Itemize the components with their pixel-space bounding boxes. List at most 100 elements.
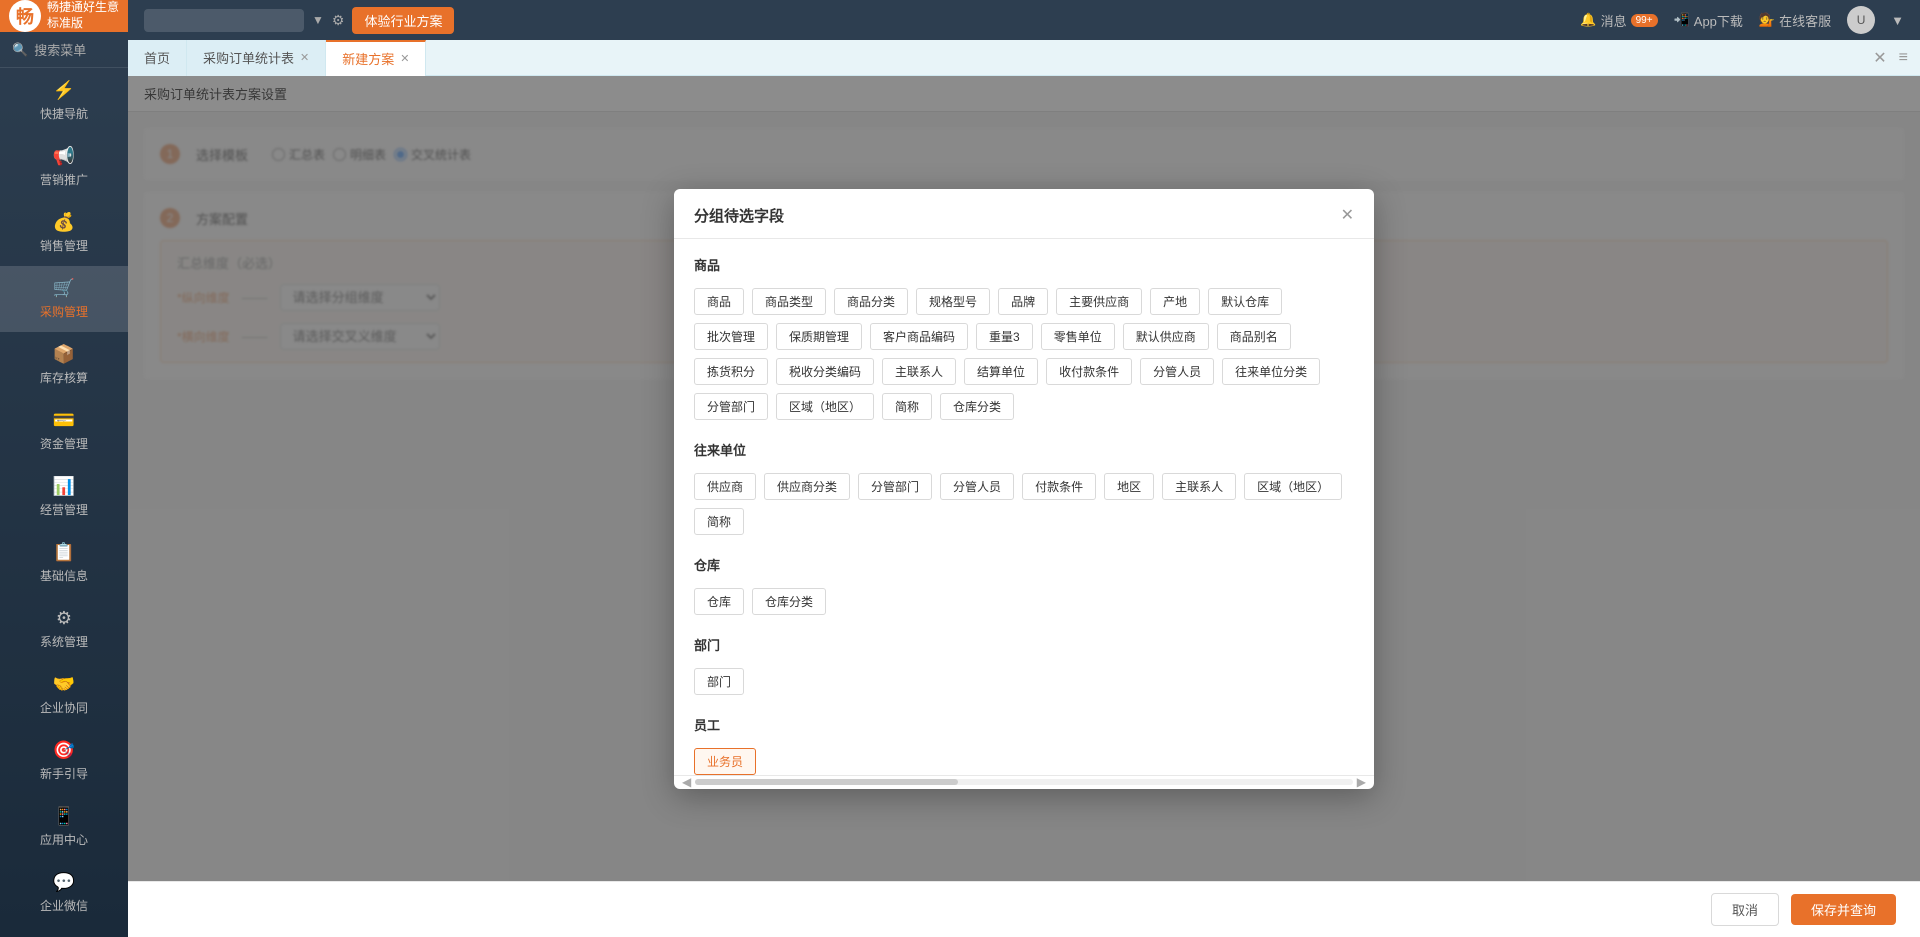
header-gear-icon[interactable]: ⚙ — [332, 12, 345, 29]
chip-goods-item-22[interactable]: 分管部门 — [694, 393, 768, 420]
chip-goods-item-19[interactable]: 收付款条件 — [1046, 358, 1132, 385]
chip-partner-1[interactable]: 供应商分类 — [764, 473, 850, 500]
chip-goods-item-4[interactable]: 品牌 — [998, 288, 1048, 315]
department-chips: 部门 — [694, 668, 1354, 695]
tab-new-scheme[interactable]: 新建方案 ✕ — [326, 40, 426, 76]
sidebar-item-sales[interactable]: 💰 销售管理 — [0, 200, 128, 266]
chip-goods-item-24[interactable]: 简称 — [882, 393, 932, 420]
chip-goods-item-1[interactable]: 商品类型 — [752, 288, 826, 315]
app-download-label: App下载 — [1694, 11, 1743, 30]
tab-new-scheme-close[interactable]: ✕ — [400, 52, 409, 65]
cancel-button[interactable]: 取消 — [1711, 893, 1779, 926]
sidebar-item-label: 经营管理 — [40, 501, 88, 518]
header-search-input[interactable] — [144, 9, 304, 32]
chip-partner-5[interactable]: 地区 — [1104, 473, 1154, 500]
chip-warehouse-1[interactable]: 仓库分类 — [752, 588, 826, 615]
sidebar-item-label: 库存核算 — [40, 369, 88, 386]
chip-partner-2[interactable]: 分管部门 — [858, 473, 932, 500]
sidebar-item-quick-nav[interactable]: ⚡ 快捷导航 — [0, 68, 128, 134]
scroll-right-arrow[interactable]: ▶ — [1353, 775, 1370, 789]
field-select-modal: 分组待选字段 ✕ 商品 商品 商品类型 商品分类 规格型号 品牌 主要供应商 产… — [674, 189, 1374, 789]
modal-close-button[interactable]: ✕ — [1341, 205, 1354, 225]
experience-button[interactable]: 体验行业方案 — [352, 7, 454, 34]
sidebar-item-inventory[interactable]: 📦 库存核算 — [0, 332, 128, 398]
sidebar-item-purchase[interactable]: 🛒 采购管理 — [0, 266, 128, 332]
chip-partner-7[interactable]: 区域（地区） — [1244, 473, 1342, 500]
chip-goods-item-16[interactable]: 税收分类编码 — [776, 358, 874, 385]
online-service-btn[interactable]: 💁 在线客服 — [1759, 11, 1831, 30]
chip-goods-item-25[interactable]: 仓库分类 — [940, 393, 1014, 420]
chip-goods-item-13[interactable]: 默认供应商 — [1123, 323, 1209, 350]
search-icon: 🔍 — [12, 42, 28, 58]
sidebar-item-member[interactable]: 👤 畅会员 — [0, 926, 128, 937]
tab-purchase-stats[interactable]: 采购订单统计表 ✕ — [187, 40, 326, 76]
search-menu-label: 搜索菜单 — [34, 40, 86, 59]
chip-goods-item-15[interactable]: 拣货积分 — [694, 358, 768, 385]
section-department: 部门 部门 — [694, 635, 1354, 695]
chip-goods-item-23[interactable]: 区域（地区） — [776, 393, 874, 420]
section-goods: 商品 商品 商品类型 商品分类 规格型号 品牌 主要供应商 产地 默认仓库 批次… — [694, 255, 1354, 420]
main-content: 采购订单统计表方案设置 1 选择模板 汇总表 明细表 交叉统计表 — [128, 76, 1920, 937]
chip-partner-4[interactable]: 付款条件 — [1022, 473, 1096, 500]
sidebar-item-marketing[interactable]: 📢 营销推广 — [0, 134, 128, 200]
chip-goods-item-5[interactable]: 主要供应商 — [1056, 288, 1142, 315]
section-partner-title: 往来单位 — [694, 440, 1354, 463]
chip-department-0[interactable]: 部门 — [694, 668, 744, 695]
chip-partner-8[interactable]: 简称 — [694, 508, 744, 535]
search-menu[interactable]: 🔍 搜索菜单 — [0, 32, 128, 68]
sidebar-item-label: 资金管理 — [40, 435, 88, 452]
goods-chips: 商品 商品类型 商品分类 规格型号 品牌 主要供应商 产地 默认仓库 批次管理 … — [694, 288, 1354, 420]
sidebar-item-system[interactable]: ⚙ 系统管理 — [0, 596, 128, 662]
sidebar-item-collab[interactable]: 🤝 企业协同 — [0, 662, 128, 728]
sidebar-item-label: 企业协同 — [40, 699, 88, 716]
tab-purchase-stats-close[interactable]: ✕ — [300, 51, 309, 64]
sidebar-item-finance[interactable]: 💳 资金管理 — [0, 398, 128, 464]
tab-collapse-icon[interactable]: ✕ — [1869, 46, 1890, 70]
sidebar-item-basic[interactable]: 📋 基础信息 — [0, 530, 128, 596]
notification-badge: 99+ — [1631, 14, 1658, 27]
tab-new-scheme-label: 新建方案 — [342, 49, 394, 68]
chip-goods-item-21[interactable]: 往来单位分类 — [1222, 358, 1320, 385]
sidebar-item-appcenter[interactable]: 📱 应用中心 — [0, 794, 128, 860]
chip-partner-0[interactable]: 供应商 — [694, 473, 756, 500]
chip-warehouse-0[interactable]: 仓库 — [694, 588, 744, 615]
confirm-button[interactable]: 保存并查询 — [1791, 894, 1896, 925]
chip-goods-item-7[interactable]: 默认仓库 — [1208, 288, 1282, 315]
chip-employee-0[interactable]: 业务员 — [694, 748, 756, 775]
chip-partner-6[interactable]: 主联系人 — [1162, 473, 1236, 500]
modal-scrollbar[interactable]: ◀ ▶ — [674, 775, 1374, 789]
chip-goods-item-11[interactable]: 重量3 — [976, 323, 1033, 350]
header-dropdown-icon[interactable]: ▼ — [312, 13, 324, 27]
chip-goods-item-12[interactable]: 零售单位 — [1041, 323, 1115, 350]
header-right: 🔔 消息 99+ 📲 App下载 💁 在线客服 U ▼ — [1580, 6, 1904, 34]
app-download-btn[interactable]: 📲 App下载 — [1674, 11, 1743, 30]
chip-goods-item-2[interactable]: 商品分类 — [834, 288, 908, 315]
tab-home[interactable]: 首页 — [128, 40, 187, 76]
operations-icon: 📊 — [53, 476, 75, 497]
chip-goods-item-9[interactable]: 保质期管理 — [776, 323, 862, 350]
sidebar-item-operations[interactable]: 📊 经营管理 — [0, 464, 128, 530]
sidebar-item-wechat[interactable]: 💬 企业微信 — [0, 860, 128, 926]
tab-menu-icon[interactable]: ≡ — [1895, 47, 1912, 69]
user-avatar[interactable]: U — [1847, 6, 1875, 34]
chip-goods-item-3[interactable]: 规格型号 — [916, 288, 990, 315]
chip-goods-item-6[interactable]: 产地 — [1150, 288, 1200, 315]
sidebar-item-label: 采购管理 — [40, 303, 88, 320]
scrollbar-thumb[interactable] — [695, 779, 958, 785]
chip-goods-item-20[interactable]: 分管人员 — [1140, 358, 1214, 385]
tab-home-label: 首页 — [144, 48, 170, 67]
scroll-left-arrow[interactable]: ◀ — [678, 775, 695, 789]
chip-goods-item-18[interactable]: 结算单位 — [964, 358, 1038, 385]
chip-goods-item-10[interactable]: 客户商品编码 — [870, 323, 968, 350]
scrollbar-track — [695, 779, 1353, 785]
user-menu-arrow[interactable]: ▼ — [1891, 13, 1904, 28]
modal-body[interactable]: 商品 商品 商品类型 商品分类 规格型号 品牌 主要供应商 产地 默认仓库 批次… — [674, 239, 1374, 775]
sidebar-item-label: 新手引导 — [40, 765, 88, 782]
chip-goods-item-0[interactable]: 商品 — [694, 288, 744, 315]
chip-goods-item-8[interactable]: 批次管理 — [694, 323, 768, 350]
notifications-btn[interactable]: 🔔 消息 99+ — [1580, 11, 1657, 30]
sidebar-item-newbie[interactable]: 🎯 新手引导 — [0, 728, 128, 794]
chip-partner-3[interactable]: 分管人员 — [940, 473, 1014, 500]
chip-goods-item-14[interactable]: 商品别名 — [1217, 323, 1291, 350]
chip-goods-item-17[interactable]: 主联系人 — [882, 358, 956, 385]
